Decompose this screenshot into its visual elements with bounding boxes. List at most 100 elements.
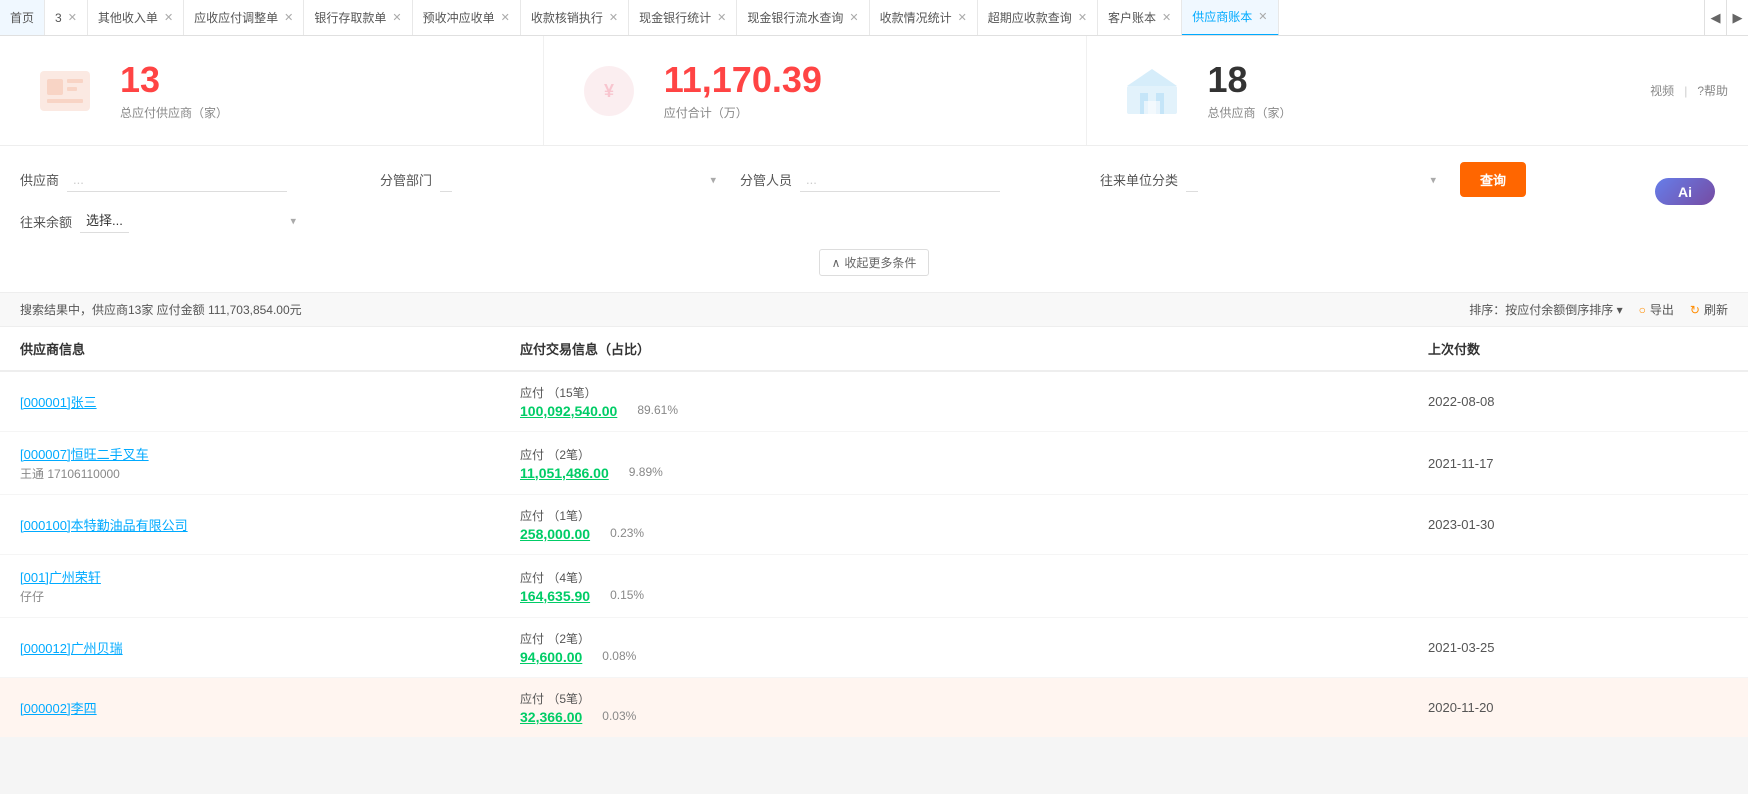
table-row[interactable]: [000001]张三 应付 （15笔） 100,092,540.00 89.61… <box>0 372 1748 432</box>
supplier-info: [000100]本特勤油品有限公司 <box>20 515 520 534</box>
nav-tab-cash-bank-flow[interactable]: 现金银行流水查询 ✕ <box>737 0 869 36</box>
refresh-icon: ↻ <box>1690 303 1700 317</box>
supplier-name-text: [000007]恒旺二手叉车 <box>20 447 149 462</box>
nav-prev-button[interactable]: ◀ <box>1704 0 1726 36</box>
nav-tab-cash-bank-flow-label: 现金银行流水查询 <box>747 9 843 26</box>
nav-tab-supplier-account[interactable]: 供应商账本 ✕ <box>1182 0 1278 36</box>
unit-class-select[interactable] <box>1186 168 1198 192</box>
nav-tab-bank-deposit[interactable]: 银行存取款单 ✕ <box>304 0 412 36</box>
amount-link[interactable]: 258,000.00 <box>520 526 590 542</box>
nav-tab-3[interactable]: 3 ✕ <box>45 0 88 36</box>
refresh-button[interactable]: ↻ 刷新 <box>1690 301 1728 318</box>
close-icon[interactable]: ✕ <box>958 11 967 24</box>
nav-tab-supplier-account-label: 供应商账本 <box>1192 8 1252 25</box>
table-row[interactable]: [000002]李四 应付 （5笔） 32,366.00 0.03% 2020-… <box>0 678 1748 738</box>
chevron-up-icon: ∧ <box>832 256 841 270</box>
header-stats: 13 总应付供应商（家） ¥ 11,170.39 应付合计（万） 1 <box>0 36 1748 146</box>
amount-link[interactable]: 164,635.90 <box>520 588 590 604</box>
nav-tab-advance[interactable]: 预收冲应收单 ✕ <box>413 0 521 36</box>
nav-tab-overdue[interactable]: 超期应收款查询 ✕ <box>978 0 1098 36</box>
supplier-info: [000012]广州贝瑞 <box>20 638 520 657</box>
table-row[interactable]: [000100]本特勤油品有限公司 应付 （1笔） 258,000.00 0.2… <box>0 495 1748 555</box>
results-actions: 排序：按应付余额倒序排序 ▾ ○ 导出 ↻ 刷新 <box>1469 301 1728 318</box>
close-icon[interactable]: ✕ <box>284 11 293 24</box>
transaction-info: 应付 （1笔） 258,000.00 0.23% <box>520 507 1428 542</box>
transaction-pct: 0.03% <box>602 709 636 723</box>
nav-tab-receipt-stat-label: 收款情况统计 <box>880 9 952 26</box>
close-icon[interactable]: ✕ <box>501 11 510 24</box>
video-link[interactable]: 视频 <box>1650 82 1674 99</box>
transaction-info: 应付 （15笔） 100,092,540.00 89.61% <box>520 384 1428 419</box>
person-field: 分管人员 <box>740 168 1080 192</box>
amount-link[interactable]: 11,051,486.00 <box>520 465 609 481</box>
search-row-2: 往来余额 选择... <box>20 209 1728 233</box>
close-icon[interactable]: ✕ <box>164 11 173 24</box>
nav-tab-receipt-stat[interactable]: 收款情况统计 ✕ <box>870 0 978 36</box>
transaction-label: 应付 （5笔） <box>520 690 1428 707</box>
nav-tab-customer-account[interactable]: 客户账本 ✕ <box>1098 0 1182 36</box>
ai-badge-label: Ai <box>1678 184 1692 200</box>
close-icon[interactable]: ✕ <box>849 11 858 24</box>
nav-tab-home[interactable]: 首页 <box>0 0 45 36</box>
dept-select[interactable] <box>440 168 452 192</box>
amount-link[interactable]: 94,600.00 <box>520 649 582 665</box>
supplier-name-link[interactable]: [000100]本特勤油品有限公司 <box>20 515 520 534</box>
close-icon[interactable]: ✕ <box>717 11 726 24</box>
help-link[interactable]: ?帮助 <box>1697 82 1728 99</box>
amount-link[interactable]: 100,092,540.00 <box>520 403 617 419</box>
transaction-label: 应付 （2笔） <box>520 630 1428 647</box>
transaction-info: 应付 （5笔） 32,366.00 0.03% <box>520 690 1428 725</box>
col-transaction: 应付交易信息（占比） <box>520 339 1428 358</box>
collapse-button[interactable]: ∧ 收起更多条件 <box>819 249 930 276</box>
amount-link[interactable]: 32,366.00 <box>520 709 582 725</box>
table-row[interactable]: [001]广州荣轩 仔仔 应付 （4笔） 164,635.90 0.15% <box>0 555 1748 618</box>
table-row[interactable]: [000007]恒旺二手叉车 王通 17106110000 应付 （2笔） 11… <box>0 432 1748 495</box>
ap-suppliers-icon <box>30 56 100 126</box>
balance-select-wrapper: 选择... <box>80 209 300 233</box>
supplier-name-link[interactable]: [000007]恒旺二手叉车 <box>20 444 520 463</box>
nav-next-button[interactable]: ▶ <box>1726 0 1748 36</box>
close-icon[interactable]: ✕ <box>1162 11 1171 24</box>
supplier-info: [000002]李四 <box>20 698 520 717</box>
nav-tab-bank-deposit-label: 银行存取款单 <box>314 9 386 26</box>
close-icon[interactable]: ✕ <box>1078 11 1087 24</box>
close-icon[interactable]: ✕ <box>1258 10 1267 23</box>
supplier-name-link[interactable]: [001]广州荣轩 <box>20 567 520 586</box>
query-button[interactable]: 查询 <box>1460 162 1526 197</box>
nav-tab-receipt-verify[interactable]: 收款核销执行 ✕ <box>521 0 629 36</box>
nav-tab-ap-adjust[interactable]: 应收应付调整单 ✕ <box>184 0 304 36</box>
last-payment: 2023-01-30 <box>1428 517 1728 532</box>
balance-select[interactable]: 选择... <box>80 209 129 233</box>
supplier-info: [001]广州荣轩 仔仔 <box>20 567 520 605</box>
supplier-field: 供应商 <box>20 168 360 192</box>
balance-label: 往来余额 <box>20 212 72 231</box>
export-button[interactable]: ○ 导出 <box>1639 301 1674 318</box>
results-summary: 搜索结果中，供应商13家 应付金额 111,703,854.00元 <box>20 301 302 318</box>
unit-class-field: 往来单位分类 <box>1100 168 1440 192</box>
nav-tab-other-income-label: 其他收入单 <box>98 9 158 26</box>
close-icon[interactable]: ✕ <box>609 11 618 24</box>
export-label: 导出 <box>1650 301 1674 318</box>
table-row[interactable]: [000012]广州贝瑞 应付 （2笔） 94,600.00 0.08% 202… <box>0 618 1748 678</box>
nav-tab-customer-account-label: 客户账本 <box>1108 9 1156 26</box>
close-icon[interactable]: ✕ <box>68 11 77 24</box>
supplier-info: [000001]张三 <box>20 392 520 411</box>
sort-label[interactable]: 排序：按应付余额倒序排序 ▾ <box>1469 301 1622 318</box>
dept-select-wrapper <box>440 168 720 192</box>
nav-tab-other-income[interactable]: 其他收入单 ✕ <box>88 0 184 36</box>
sort-icon: ▾ <box>1617 303 1623 317</box>
stat-total-suppliers-label: 总供应商（家） <box>1207 104 1291 121</box>
supplier-input[interactable] <box>67 168 287 192</box>
supplier-name-link[interactable]: [000001]张三 <box>20 392 520 411</box>
nav-tab-cash-bank-stat[interactable]: 现金银行统计 ✕ <box>629 0 737 36</box>
table-container: 供应商信息 应付交易信息（占比） 上次付数 [000001]张三 应付 （15笔… <box>0 327 1748 738</box>
ap-total-icon: ¥ <box>574 56 644 126</box>
transaction-info: 应付 （2笔） 11,051,486.00 9.89% <box>520 446 1428 481</box>
close-icon[interactable]: ✕ <box>392 11 401 24</box>
supplier-name-link[interactable]: [000012]广州贝瑞 <box>20 638 520 657</box>
person-input[interactable] <box>800 168 1000 192</box>
supplier-name-link[interactable]: [000002]李四 <box>20 698 520 717</box>
ai-badge[interactable]: Ai <box>1655 178 1715 205</box>
stat-ap-suppliers-number: 13 <box>120 60 228 100</box>
supplier-sub: 王通 17106110000 <box>20 465 520 482</box>
